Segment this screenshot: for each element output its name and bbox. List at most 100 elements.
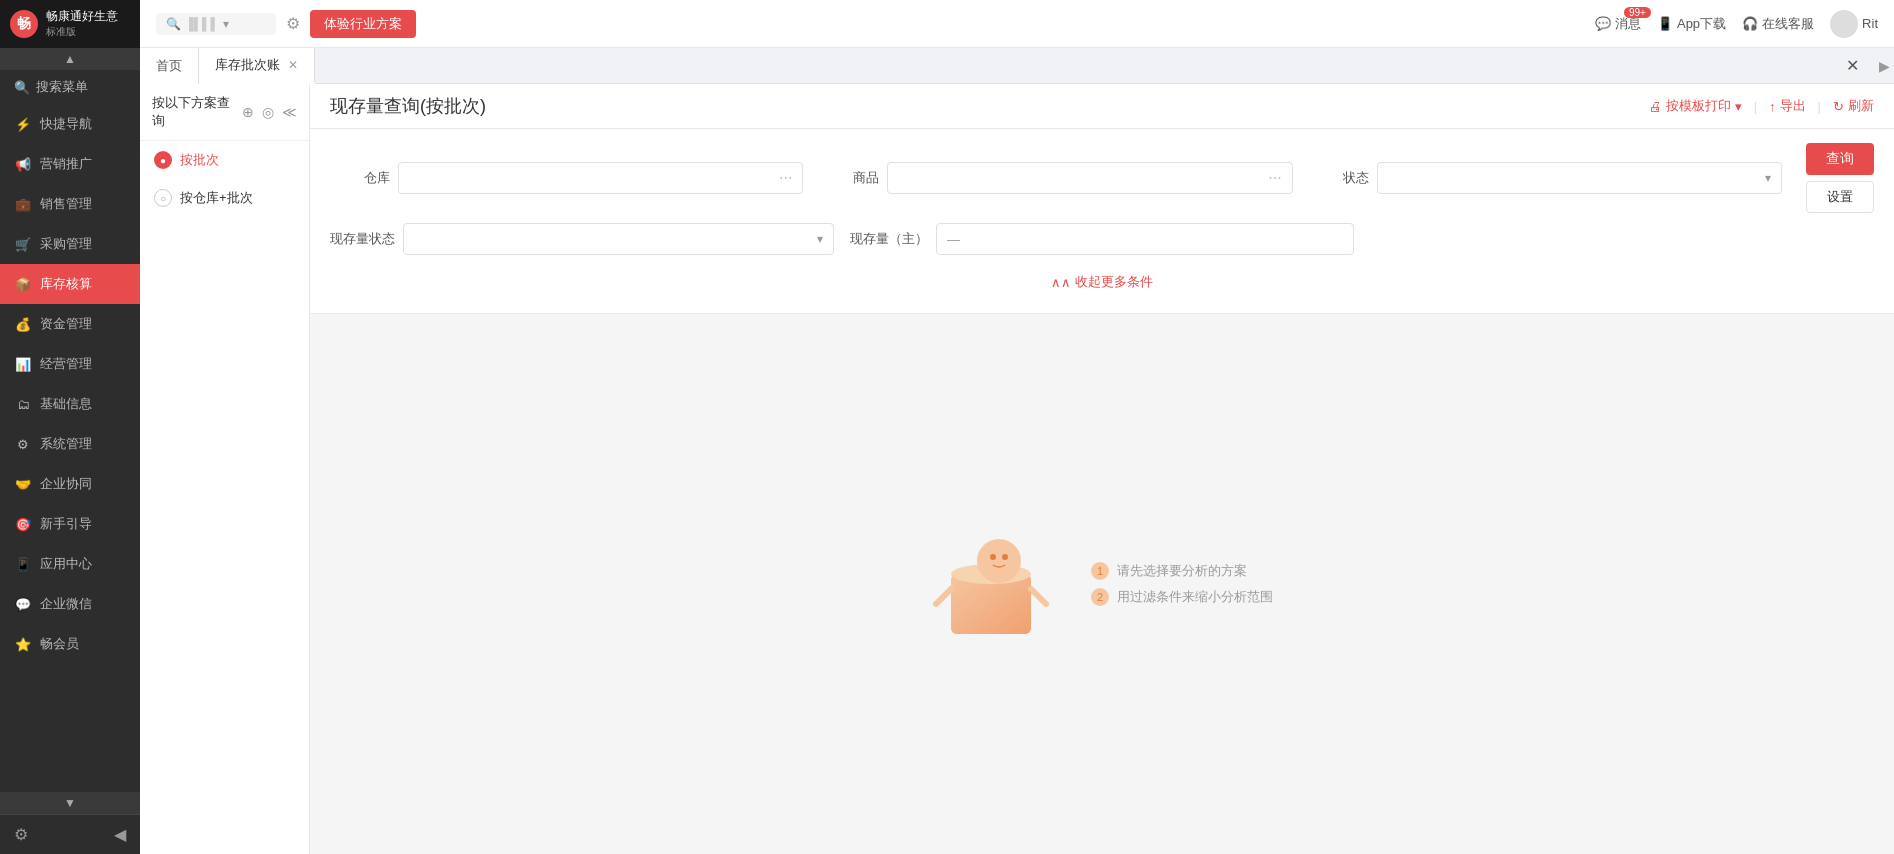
main-close-icon[interactable]: ✕: [1838, 56, 1867, 75]
collapse-sidebar-icon[interactable]: ◀: [114, 825, 126, 844]
filter-row-1: 仓库 ··· 商品 ···: [330, 143, 1874, 213]
sidebar-item-inventory[interactable]: 📦 库存核算: [0, 264, 140, 304]
collapse-panel-icon[interactable]: ≪: [282, 104, 297, 120]
app-download-label: App下载: [1677, 15, 1726, 33]
scheme-item-by-batch[interactable]: ● 按批次: [140, 141, 309, 179]
topbar-search-text: ▐▌▌▌: [185, 17, 219, 31]
tab-home[interactable]: 首页: [140, 48, 199, 84]
warehouse-input[interactable]: ···: [398, 162, 803, 194]
left-panel-header: 按以下方案查询 ⊕ ◎ ≪: [140, 84, 309, 141]
search-icon: 🔍: [14, 80, 30, 95]
user-profile-action[interactable]: Rit: [1830, 10, 1878, 38]
chevron-up-icon: ∧∧: [1051, 275, 1071, 290]
scheme-item-by-warehouse-batch[interactable]: ○ 按仓库+批次: [140, 179, 309, 217]
svg-point-5: [1002, 554, 1008, 560]
export-button[interactable]: ↑ 导出: [1769, 97, 1806, 115]
online-service-action[interactable]: 🎧 在线客服: [1742, 15, 1814, 33]
edit-scheme-icon[interactable]: ◎: [262, 104, 274, 120]
sidebar-item-enterprise[interactable]: 🤝 企业协同: [0, 464, 140, 504]
product-input[interactable]: ···: [887, 162, 1292, 194]
collapse-more-button[interactable]: ∧∧ 收起更多条件: [330, 265, 1874, 299]
action-buttons: 查询 设置: [1806, 143, 1874, 213]
svg-point-4: [990, 554, 996, 560]
empty-content: 1 请先选择要分析的方案 2 用过滤条件来缩小分析范围: [931, 529, 1273, 639]
sidebar-icon-wechat: 💬: [14, 595, 32, 613]
sidebar-icon-guide: 🎯: [14, 515, 32, 533]
refresh-label: 刷新: [1848, 97, 1874, 115]
sidebar-search[interactable]: 🔍 搜索菜单: [0, 70, 140, 104]
sidebar-icon-finance: 💰: [14, 315, 32, 333]
sidebar-label-member: 畅会员: [40, 635, 79, 653]
app-info: 畅康通好生意 标准版: [46, 9, 118, 39]
print-button[interactable]: 🖨 按模板打印 ▾: [1649, 97, 1742, 115]
scheme-label-by-warehouse-batch: 按仓库+批次: [180, 189, 253, 207]
sidebar-icon-marketing: 📢: [14, 155, 32, 173]
sidebar-item-shortcut[interactable]: ⚡ 快捷导航: [0, 104, 140, 144]
sidebar-scroll-up[interactable]: ▲: [0, 48, 140, 70]
sidebar-item-apps[interactable]: 📱 应用中心: [0, 544, 140, 584]
sidebar-label-guide: 新手引导: [40, 515, 92, 533]
page-title: 现存量查询(按批次): [330, 94, 486, 118]
topbar-gear-icon[interactable]: ⚙: [286, 14, 300, 33]
tab-home-label: 首页: [156, 57, 182, 75]
tip-text-2: 用过滤条件来缩小分析范围: [1117, 588, 1273, 606]
status-select[interactable]: ▾: [1377, 162, 1782, 194]
sidebar-item-finance[interactable]: 💰 资金管理: [0, 304, 140, 344]
sidebar-item-wechat[interactable]: 💬 企业微信: [0, 584, 140, 624]
stock-status-select[interactable]: ▾: [403, 223, 834, 255]
headset-icon: 🎧: [1742, 16, 1758, 31]
add-scheme-icon[interactable]: ⊕: [242, 104, 254, 120]
sidebar-label-marketing: 营销推广: [40, 155, 92, 173]
sidebar-item-basic[interactable]: 🗂 基础信息: [0, 384, 140, 424]
app-title: 畅康通好生意: [46, 9, 118, 25]
stock-qty-min[interactable]: —: [936, 223, 1354, 255]
sidebar: 畅 畅康通好生意 标准版 ▲ 🔍 搜索菜单 ⚡ 快捷导航 📢 营销推广 💼 销售…: [0, 0, 140, 854]
topbar: 🔍 ▐▌▌▌ ▾ ⚙ 体验行业方案 💬 消息 99+ 📱 App下载 🎧 在线客…: [140, 0, 1894, 48]
refresh-button[interactable]: ↻ 刷新: [1833, 97, 1874, 115]
sidebar-scroll-down[interactable]: ▼: [0, 792, 140, 814]
sidebar-label-system: 系统管理: [40, 435, 92, 453]
query-button[interactable]: 查询: [1806, 143, 1874, 175]
tabs-bar: 首页 库存批次账 ✕ ✕ ▶: [140, 48, 1894, 84]
sidebar-item-marketing[interactable]: 📢 营销推广: [0, 144, 140, 184]
sidebar-label-shortcut: 快捷导航: [40, 115, 92, 133]
app-subtitle: 标准版: [46, 25, 118, 39]
left-panel: 按以下方案查询 ⊕ ◎ ≪ ● 按批次 ○: [140, 84, 310, 854]
sidebar-item-guide[interactable]: 🎯 新手引导: [0, 504, 140, 544]
sidebar-item-sales[interactable]: 💼 销售管理: [0, 184, 140, 224]
svg-line-7: [1031, 589, 1046, 604]
sidebar-label-sales: 销售管理: [40, 195, 92, 213]
online-service-label: 在线客服: [1762, 15, 1814, 33]
username: Rit: [1862, 16, 1878, 31]
phone-icon: 📱: [1657, 16, 1673, 31]
scheme-dot-active: ●: [154, 151, 172, 169]
sidebar-item-operations[interactable]: 📊 经营管理: [0, 344, 140, 384]
sidebar-icon-shortcut: ⚡: [14, 115, 32, 133]
settings-icon[interactable]: ⚙: [14, 825, 28, 844]
stock-status-label: 现存量状态: [330, 230, 395, 248]
print-dropdown-icon[interactable]: ▾: [1735, 99, 1742, 114]
topbar-dropdown-icon[interactable]: ▾: [223, 17, 229, 31]
export-label: 导出: [1780, 97, 1806, 115]
tab-batch-ledger[interactable]: 库存批次账 ✕: [199, 48, 315, 84]
messages-action[interactable]: 💬 消息 99+: [1595, 15, 1641, 33]
sidebar-label-basic: 基础信息: [40, 395, 92, 413]
experience-industry-button[interactable]: 体验行业方案: [310, 10, 416, 38]
sidebar-icon-operations: 📊: [14, 355, 32, 373]
sidebar-item-member[interactable]: ⭐ 畅会员: [0, 624, 140, 664]
tab-close-icon[interactable]: ✕: [288, 58, 298, 72]
empty-illustration: [931, 529, 1051, 639]
empty-tip-2: 2 用过滤条件来缩小分析范围: [1091, 588, 1273, 606]
topbar-search[interactable]: 🔍 ▐▌▌▌ ▾: [156, 13, 276, 35]
sidebar-item-purchase[interactable]: 🛒 采购管理: [0, 224, 140, 264]
filter-area: 仓库 ··· 商品 ···: [310, 129, 1894, 314]
sidebar-footer: ⚙ ◀: [0, 814, 140, 854]
settings-button[interactable]: 设置: [1806, 181, 1874, 213]
app-download-action[interactable]: 📱 App下载: [1657, 15, 1726, 33]
main-area: 🔍 ▐▌▌▌ ▾ ⚙ 体验行业方案 💬 消息 99+ 📱 App下载 🎧 在线客…: [140, 0, 1894, 854]
sidebar-item-system[interactable]: ⚙ 系统管理: [0, 424, 140, 464]
collapse-more-label: 收起更多条件: [1075, 273, 1153, 291]
tabs-more-icon[interactable]: ▶: [1875, 58, 1894, 74]
status-label: 状态: [1309, 169, 1369, 187]
sidebar-icon-enterprise: 🤝: [14, 475, 32, 493]
